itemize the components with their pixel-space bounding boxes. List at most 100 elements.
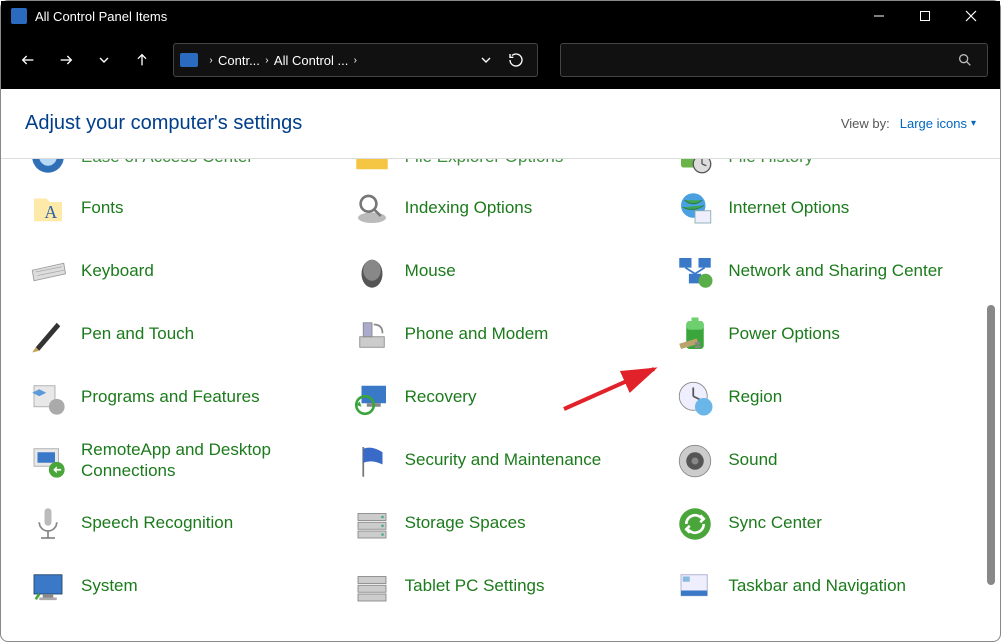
item-label: Speech Recognition [81,513,233,533]
item-label: File Explorer Options [405,159,564,167]
viewby-dropdown[interactable]: Large icons [900,116,976,131]
item-label: Recovery [405,387,477,407]
item-taskbar-navigation[interactable]: Taskbar and Navigation [668,555,980,618]
item-label: Ease of Access Center [81,159,253,167]
toolbar: › Contr... › All Control ... › [1,31,1000,89]
speaker-icon [674,440,716,482]
fonts-icon: A [27,188,69,230]
titlebar: All Control Panel Items [1,1,1000,31]
minimize-button[interactable] [856,1,902,31]
close-button[interactable] [948,1,994,31]
remoteapp-icon [27,440,69,482]
item-tablet-pc[interactable]: Tablet PC Settings [345,555,657,618]
page-title: Adjust your computer's settings [25,112,841,135]
pen-icon [27,314,69,356]
globe-icon [674,188,716,230]
item-remoteapp[interactable]: RemoteApp and Desktop Connections [21,429,333,492]
item-programs-features[interactable]: Programs and Features [21,366,333,429]
power-icon [674,314,716,356]
scrollbar[interactable] [981,175,997,635]
search-icon [957,52,973,68]
window-title: All Control Panel Items [35,9,856,24]
scrollbar-thumb[interactable] [987,305,995,585]
item-system[interactable]: System [21,555,333,618]
item-sync-center[interactable]: Sync Center [668,492,980,555]
tablet-icon [351,566,393,608]
system-icon [27,566,69,608]
item-pen-touch[interactable]: Pen and Touch [21,303,333,366]
item-file-history[interactable]: File History [668,159,980,177]
chevron-right-icon[interactable]: › [260,55,274,66]
item-speech-recognition[interactable]: Speech Recognition [21,492,333,555]
keyboard-icon [27,251,69,293]
item-storage-spaces[interactable]: Storage Spaces [345,492,657,555]
item-label: Sound [728,450,777,470]
item-phone-modem[interactable]: Phone and Modem [345,303,657,366]
breadcrumb-current[interactable]: All Control ... [274,53,348,68]
control-panel-icon [11,8,27,24]
item-label: Region [728,387,782,407]
refresh-button[interactable] [501,45,531,75]
item-label: Pen and Touch [81,324,194,344]
item-label: Network and Sharing Center [728,261,943,281]
item-label: Taskbar and Navigation [728,576,906,596]
address-dropdown[interactable] [471,45,501,75]
item-label: Mouse [405,261,456,281]
maximize-button[interactable] [902,1,948,31]
item-label: Sync Center [728,513,822,533]
up-button[interactable] [127,45,157,75]
item-file-explorer-options[interactable]: File Explorer Options [345,159,657,177]
item-label: File History [728,159,813,167]
flag-icon [351,440,393,482]
item-recovery[interactable]: Recovery [345,366,657,429]
control-panel-icon [180,53,198,67]
item-indexing-options[interactable]: Indexing Options [345,177,657,240]
item-label: Indexing Options [405,198,533,218]
viewby-label: View by: [841,116,890,131]
storage-icon [351,503,393,545]
item-label: Power Options [728,324,840,344]
item-fonts[interactable]: A Fonts [21,177,333,240]
item-ease-of-access[interactable]: Ease of Access Center [21,159,333,177]
item-label: RemoteApp and Desktop Connections [81,440,331,481]
item-power-options[interactable]: Power Options [668,303,980,366]
clock-globe-icon [674,377,716,419]
item-label: Fonts [81,198,124,218]
folder-icon [351,159,393,178]
svg-text:A: A [45,201,58,221]
forward-button[interactable] [51,45,81,75]
item-label: Tablet PC Settings [405,576,545,596]
recovery-icon [351,377,393,419]
item-sound[interactable]: Sound [668,429,980,492]
breadcrumb-root[interactable]: Contr... [218,53,260,68]
ease-of-access-icon [27,159,69,178]
item-security-maintenance[interactable]: Security and Maintenance [345,429,657,492]
search-input[interactable] [560,43,988,77]
item-mouse[interactable]: Mouse [345,240,657,303]
programs-icon [27,377,69,419]
item-network-sharing[interactable]: Network and Sharing Center [668,240,980,303]
chevron-right-icon[interactable]: › [348,55,362,66]
chevron-right-icon[interactable]: › [204,55,218,66]
recent-dropdown[interactable] [89,45,119,75]
network-icon [674,251,716,293]
indexing-icon [351,188,393,230]
item-label: Phone and Modem [405,324,549,344]
address-bar[interactable]: › Contr... › All Control ... › [173,43,538,77]
mouse-icon [351,251,393,293]
file-history-icon [674,159,716,178]
phone-icon [351,314,393,356]
item-keyboard[interactable]: Keyboard [21,240,333,303]
item-label: System [81,576,138,596]
item-region[interactable]: Region [668,366,980,429]
item-label: Keyboard [81,261,154,281]
back-button[interactable] [13,45,43,75]
item-internet-options[interactable]: Internet Options [668,177,980,240]
taskbar-icon [674,566,716,608]
item-label: Security and Maintenance [405,450,602,470]
item-label: Internet Options [728,198,849,218]
page-header: Adjust your computer's settings View by:… [1,89,1000,159]
item-label: Storage Spaces [405,513,526,533]
item-label: Programs and Features [81,387,260,407]
microphone-icon [27,503,69,545]
